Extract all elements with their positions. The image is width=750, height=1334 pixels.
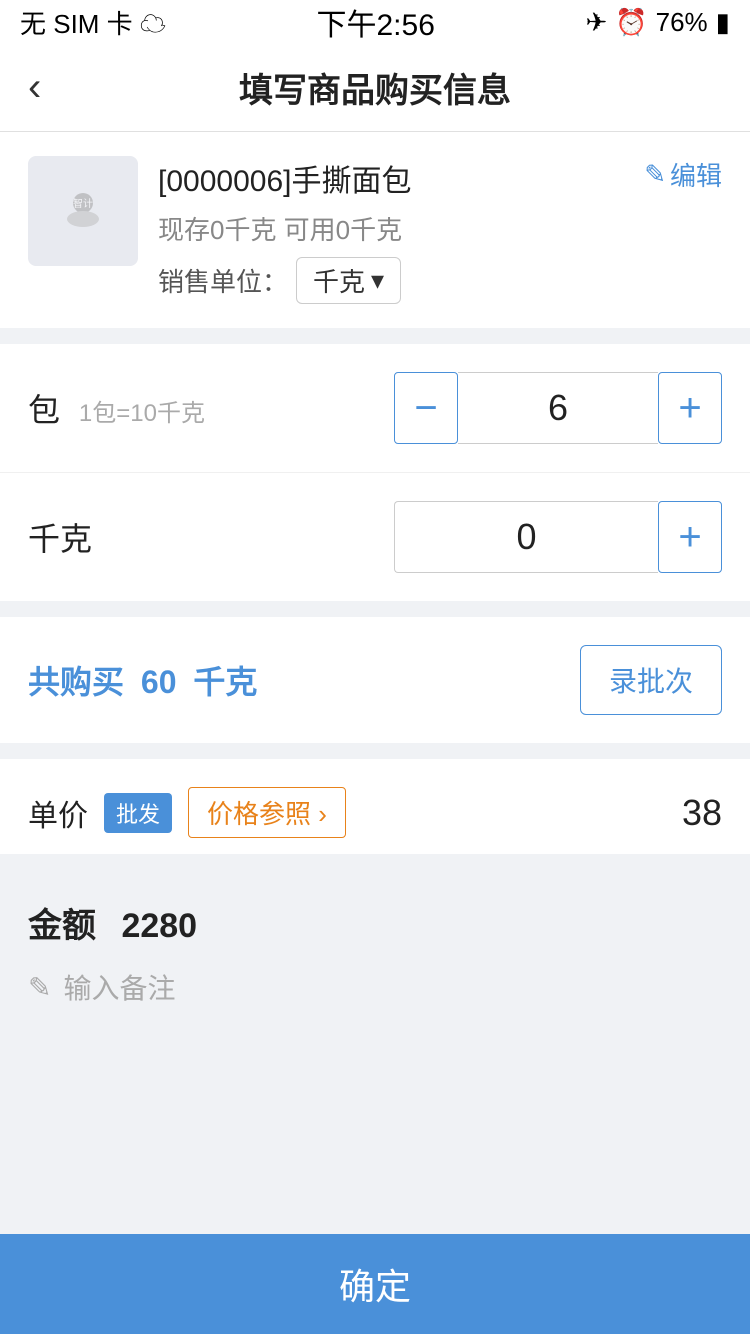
remark-label: 输入备注: [63, 967, 175, 1007]
product-info: [0000006]手撕面包 现存0千克 可用0千克 销售单位： 千克 ▾: [158, 156, 624, 304]
package-qty-input[interactable]: [458, 372, 658, 444]
price-label: 单价: [28, 791, 88, 835]
kg-plus-button[interactable]: +: [658, 501, 722, 573]
price-tag: 批发: [104, 793, 172, 833]
confirm-button[interactable]: 确定: [0, 1234, 750, 1334]
total-amount: 60: [141, 664, 177, 700]
package-minus-button[interactable]: −: [394, 372, 458, 444]
battery-icon: ▮: [716, 7, 730, 38]
location-icon: ✈: [585, 7, 607, 38]
unit-label: 销售单位：: [158, 262, 288, 299]
pencil-icon: ✎: [28, 971, 51, 1004]
battery-level: 76%: [656, 7, 708, 38]
total-section: 共购买 60 千克 录批次: [0, 617, 750, 743]
status-left: 无 SIM 卡 ☁: [20, 4, 166, 41]
page-title: 填写商品购买信息: [239, 63, 511, 112]
kg-row: 千克 +: [0, 473, 750, 601]
unit-select[interactable]: 千克 ▾: [296, 257, 401, 304]
amount-section: 金额 2280 ✎ 输入备注: [0, 870, 750, 1027]
status-right: ✈ ⏰ 76% ▮: [585, 7, 730, 38]
status-bar: 无 SIM 卡 ☁ 下午2:56 ✈ ⏰ 76% ▮: [0, 0, 750, 44]
product-unit: 销售单位： 千克 ▾: [158, 257, 624, 304]
product-thumbnail: 智计: [28, 156, 138, 266]
product-name: [0000006]手撕面包: [158, 156, 624, 200]
status-time: 下午2:56: [316, 0, 434, 44]
svg-text:智计: 智计: [73, 197, 93, 210]
total-text: 共购买 60 千克: [28, 657, 257, 703]
price-row: 单价 批发 价格参照 › 38: [28, 787, 722, 838]
price-value: 38: [682, 792, 722, 834]
package-hint: 1包=10千克: [79, 400, 205, 427]
kg-label: 千克: [28, 514, 394, 560]
package-plus-button[interactable]: +: [658, 372, 722, 444]
amount-row: 金额 2280: [28, 898, 722, 947]
kg-qty-control: +: [394, 501, 722, 573]
chevron-down-icon: ▾: [371, 265, 384, 296]
sim-status: 无 SIM 卡 ☁: [20, 4, 166, 41]
amount-value: 2280: [121, 907, 197, 945]
back-button[interactable]: ‹: [28, 65, 41, 110]
alarm-icon: ⏰: [615, 7, 647, 38]
product-card: 智计 [0000006]手撕面包 现存0千克 可用0千克 销售单位： 千克 ▾ …: [0, 132, 750, 328]
input-section: 包 1包=10千克 − + 千克 +: [0, 344, 750, 601]
spacer: [0, 1027, 750, 1227]
product-stock: 现存0千克 可用0千克: [158, 210, 624, 247]
price-section: 单价 批发 价格参照 › 38: [0, 759, 750, 854]
batch-button[interactable]: 录批次: [580, 645, 722, 715]
edit-icon: ✎: [644, 159, 666, 190]
package-label: 包 1包=10千克: [28, 385, 394, 431]
remark-row[interactable]: ✎ 输入备注: [28, 967, 722, 1007]
edit-button[interactable]: ✎ 编辑: [644, 156, 722, 193]
package-qty-control: − +: [394, 372, 722, 444]
package-row: 包 1包=10千克 − +: [0, 344, 750, 473]
nav-bar: ‹ 填写商品购买信息: [0, 44, 750, 132]
price-ref-button[interactable]: 价格参照 ›: [188, 787, 346, 838]
kg-qty-input[interactable]: [394, 501, 658, 573]
